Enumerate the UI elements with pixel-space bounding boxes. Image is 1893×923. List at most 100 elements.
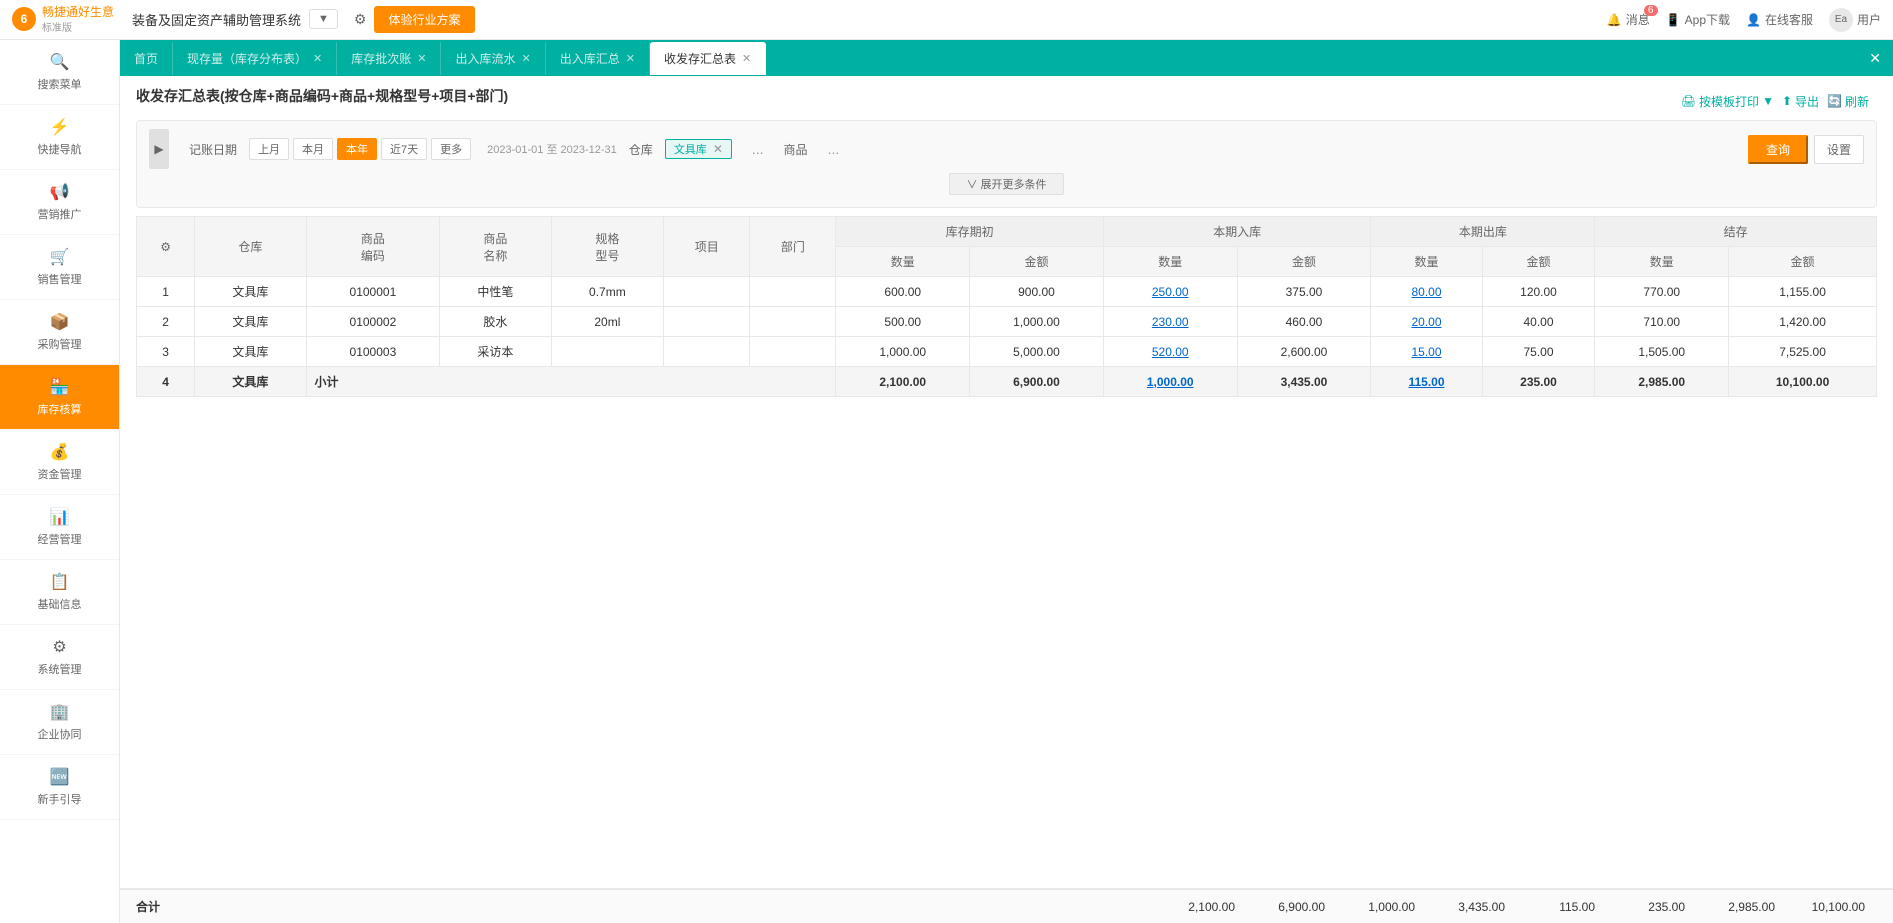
gear-icon[interactable]: ⚙	[354, 11, 367, 28]
cell-idx: 2	[137, 307, 195, 337]
business-icon: 📊	[50, 507, 70, 527]
table-row: 3 文具库 0100003 采访本 1,000.00 5,000.00 520.…	[137, 337, 1877, 367]
sidebar-item-inventory[interactable]: 🏪 库存核算	[0, 365, 119, 430]
th-bal-amt: 金额	[1729, 247, 1877, 277]
trial-btn[interactable]: 体验行业方案	[374, 6, 474, 33]
date-btn-7days[interactable]: 近7天	[381, 138, 427, 160]
th-project: 项目	[664, 217, 750, 277]
subtotal-out-qty[interactable]: 115.00	[1371, 367, 1482, 397]
sidebar-label-business: 经营管理	[38, 531, 82, 547]
cell-code: 0100003	[306, 337, 440, 367]
sidebar-item-enterprise[interactable]: 🏢 企业协同	[0, 690, 119, 755]
subtotal-bal-qty: 2,985.00	[1595, 367, 1729, 397]
footer-in-qty: 1,000.00	[1337, 900, 1427, 914]
sidebar-item-business[interactable]: 📊 经营管理	[0, 495, 119, 560]
user-btn[interactable]: Ea 用户	[1829, 8, 1881, 32]
th-name: 商品名称	[440, 217, 551, 277]
messages-btn[interactable]: 🔔 消息 6	[1607, 11, 1650, 28]
table-container: ⚙ 仓库 商品编码 商品名称 规格型号 项目 部门 库存期初 本期入库 本期出库…	[120, 216, 1893, 413]
sidebar-item-sales[interactable]: 🛒 销售管理	[0, 235, 119, 300]
subtotal-idx: 4	[137, 367, 195, 397]
subtotal-in-amt: 3,435.00	[1237, 367, 1371, 397]
th-group-bal: 结存	[1595, 217, 1877, 247]
cell-idx: 3	[137, 337, 195, 367]
tab-inventory-dist[interactable]: 现存量（库存分布表） ✕	[173, 42, 337, 75]
subtotal-row: 4 文具库 小计 2,100.00 6,900.00 1,000.00 3,43…	[137, 367, 1877, 397]
settings-btn[interactable]: 设置	[1814, 135, 1864, 164]
tab-receive-summary[interactable]: 收发存汇总表 ✕	[650, 42, 766, 75]
app-download-btn[interactable]: 📱 App下载	[1666, 11, 1730, 28]
sidebar-item-system[interactable]: ⚙ 系统管理	[0, 625, 119, 690]
print-btn[interactable]: 🖨 按模板打印 ▼	[1681, 93, 1774, 110]
tab-batch-label: 库存批次账	[351, 50, 411, 67]
cell-open-qty: 500.00	[836, 307, 970, 337]
date-btn-last-month[interactable]: 上月	[249, 138, 289, 160]
cell-open-amt: 900.00	[970, 277, 1104, 307]
cell-in-qty[interactable]: 250.00	[1103, 277, 1237, 307]
date-btn-more[interactable]: 更多	[431, 138, 471, 160]
tab-inout-summary-close[interactable]: ✕	[626, 52, 635, 65]
cell-bal-amt: 1,155.00	[1729, 277, 1877, 307]
cell-dept	[750, 307, 836, 337]
cell-dept	[750, 277, 836, 307]
tab-inout-flow[interactable]: 出入库流水 ✕	[441, 42, 545, 75]
system-icon: ⚙	[52, 637, 66, 657]
sidebar-item-purchase[interactable]: 📦 采购管理	[0, 300, 119, 365]
goods-ellipsis[interactable]: ...	[820, 141, 848, 157]
sidebar-item-finance[interactable]: 💰 资金管理	[0, 430, 119, 495]
tab-close-all[interactable]: ✕	[1857, 42, 1893, 75]
tab-inout-summary[interactable]: 出入库汇总 ✕	[546, 42, 650, 75]
refresh-btn[interactable]: 🔄 刷新	[1827, 93, 1869, 110]
sys-dropdown-btn[interactable]: ▼	[309, 9, 338, 29]
sidebar-item-basic[interactable]: 📋 基础信息	[0, 560, 119, 625]
cell-out-qty[interactable]: 20.00	[1371, 307, 1482, 337]
subtotal-in-qty[interactable]: 1,000.00	[1103, 367, 1237, 397]
cell-open-amt: 5,000.00	[970, 337, 1104, 367]
cell-out-amt: 40.00	[1482, 307, 1595, 337]
cell-in-qty[interactable]: 230.00	[1103, 307, 1237, 337]
warehouse-ellipsis[interactable]: ...	[744, 141, 772, 157]
th-in-amt: 金额	[1237, 247, 1371, 277]
cell-warehouse: 文具库	[195, 277, 306, 307]
date-btn-this-month[interactable]: 本月	[293, 138, 333, 160]
cell-bal-qty: 770.00	[1595, 277, 1729, 307]
sidebar-item-search[interactable]: 🔍 搜索菜单	[0, 40, 119, 105]
sidebar-item-marketing[interactable]: 📢 营销推广	[0, 170, 119, 235]
filter-arrow-btn[interactable]: ▶	[149, 129, 169, 169]
tab-home[interactable]: 首页	[120, 42, 173, 75]
cell-out-qty[interactable]: 80.00	[1371, 277, 1482, 307]
top-bar-right: 🔔 消息 6 📱 App下载 👤 在线客服 Ea 用户	[1607, 8, 1881, 32]
tab-home-label: 首页	[134, 50, 158, 67]
footer-open-amt: 6,900.00	[1247, 900, 1337, 914]
cell-warehouse: 文具库	[195, 307, 306, 337]
expand-btn[interactable]: ∨ 展开更多条件	[949, 173, 1063, 195]
tab-batch[interactable]: 库存批次账 ✕	[337, 42, 441, 75]
warehouse-tag-close[interactable]: ✕	[713, 142, 723, 156]
date-btn-this-year[interactable]: 本年	[337, 138, 377, 160]
tab-receive-summary-close[interactable]: ✕	[742, 52, 751, 65]
sidebar-item-guide[interactable]: 🆕 新手引导	[0, 755, 119, 820]
printer-icon: 🖨	[1681, 94, 1696, 108]
tab-inout-flow-close[interactable]: ✕	[522, 52, 531, 65]
cell-in-qty[interactable]: 520.00	[1103, 337, 1237, 367]
expand-icon: ∨	[966, 179, 977, 191]
th-spec: 规格型号	[551, 217, 664, 277]
th-out-qty: 数量	[1371, 247, 1482, 277]
online-service-btn[interactable]: 👤 在线客服	[1746, 11, 1813, 28]
sidebar-item-quick[interactable]: ⚡ 快捷导航	[0, 105, 119, 170]
th-settings[interactable]: ⚙	[137, 217, 195, 277]
footer-out-amt: 235.00	[1607, 900, 1697, 914]
tab-inventory-dist-close[interactable]: ✕	[313, 52, 322, 65]
enterprise-icon: 🏢	[50, 702, 70, 722]
sales-icon: 🛒	[50, 247, 70, 267]
date-filter-label: 记账日期	[189, 141, 237, 158]
export-btn[interactable]: ⬆ 导出	[1782, 93, 1819, 110]
expand-row: ∨ 展开更多条件	[149, 169, 1864, 199]
basic-icon: 📋	[50, 572, 70, 592]
cell-open-qty: 1,000.00	[836, 337, 970, 367]
cell-code: 0100001	[306, 277, 440, 307]
th-out-amt: 金额	[1482, 247, 1595, 277]
query-btn[interactable]: 查询	[1748, 135, 1808, 164]
cell-out-qty[interactable]: 15.00	[1371, 337, 1482, 367]
tab-batch-close[interactable]: ✕	[417, 52, 426, 65]
